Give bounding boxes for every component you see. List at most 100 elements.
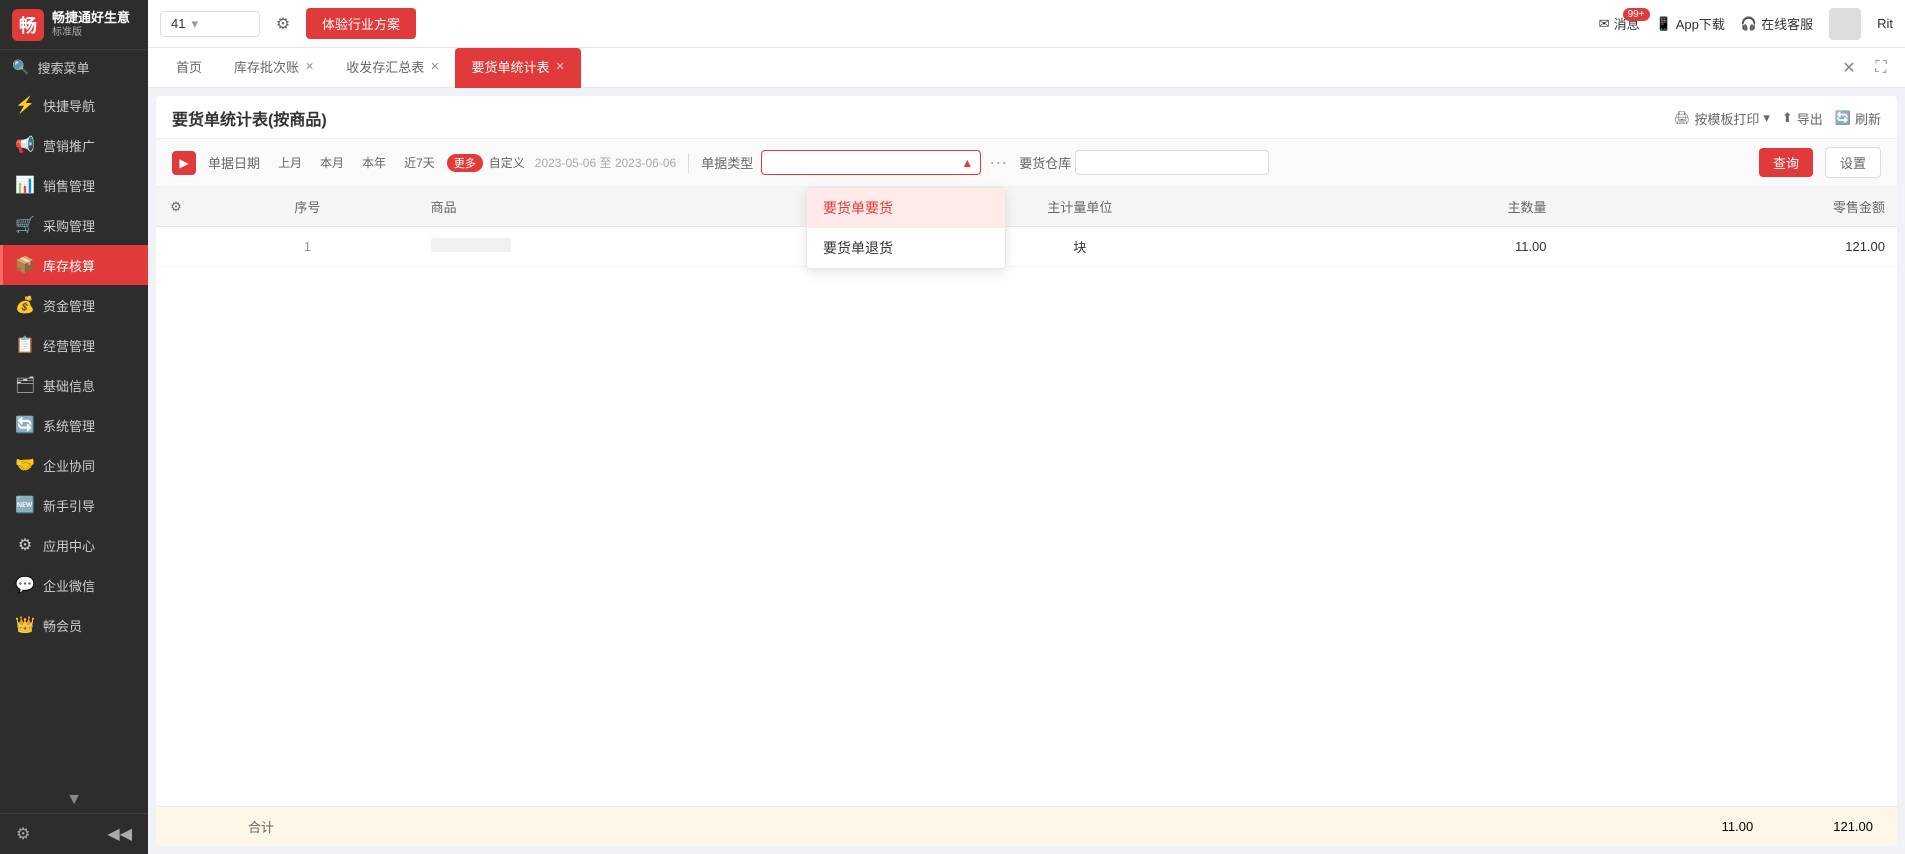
tab-home-label: 首页: [176, 57, 202, 76]
query-button[interactable]: 查询: [1759, 148, 1813, 177]
tab-inventory-batch[interactable]: 库存批次账 ✕: [218, 48, 330, 88]
page-title: 要货单统计表(按商品): [172, 106, 327, 130]
sidebar-item-label: 系统管理: [43, 416, 95, 435]
logo-icon: 畅: [12, 9, 44, 41]
sidebar-item-basic-info[interactable]: 🗂 基础信息: [0, 365, 148, 405]
sidebar-item-purchase[interactable]: 🛒 采购管理: [0, 205, 148, 245]
shortcut-last-7days[interactable]: 近7天: [398, 152, 441, 173]
sidebar-item-app-center[interactable]: ⚙ 应用中心: [0, 525, 148, 565]
dropdown-value: 41: [171, 16, 185, 31]
table-header-row: ⚙ 序号 商品 主计量单位 主数量 零售金额: [156, 187, 1897, 227]
sidebar-scroll-down[interactable]: ▼: [0, 787, 148, 813]
topbar-dropdown[interactable]: 41 ▾: [160, 11, 260, 37]
settings-icon[interactable]: ⚙: [16, 824, 30, 844]
filter-type-group: 单据类型 ▲ ···: [701, 150, 1007, 175]
sidebar-item-operations[interactable]: 📋 经营管理: [0, 325, 148, 365]
user-name: Rit: [1877, 16, 1893, 31]
tab-receive-summary-close-icon[interactable]: ✕: [430, 60, 439, 73]
refresh-button[interactable]: 🔄 刷新: [1835, 109, 1881, 128]
tab-order-stats[interactable]: 要货单统计表 ✕: [455, 48, 580, 88]
search-icon: 🔍: [12, 59, 29, 76]
export-button[interactable]: ⬆ 导出: [1782, 109, 1823, 128]
date-range-text: 2023-05-06 至 2023-06-06: [535, 154, 676, 171]
sidebar-item-label: 库存核算: [43, 256, 95, 275]
operations-icon: 📋: [15, 335, 35, 355]
finance-icon: 💰: [15, 295, 35, 315]
type-select-display[interactable]: [761, 150, 981, 175]
basic-info-icon: 🗂: [15, 375, 35, 395]
app-download-button[interactable]: 📱 App下载: [1656, 14, 1725, 33]
online-service-label: 在线客服: [1761, 14, 1813, 33]
sidebar-item-sales[interactable]: 📊 销售管理: [0, 165, 148, 205]
sidebar-item-finance[interactable]: 💰 资金管理: [0, 285, 148, 325]
topbar: 41 ▾ ⚙ 体验行业方案 ✉ 消息 99+ 📱 App下载 🎧 在线客服 Ri…: [148, 0, 1905, 48]
service-icon: 🎧: [1741, 16, 1757, 32]
topbar-left: 41 ▾ ⚙ 体验行业方案: [160, 8, 416, 39]
tab-controls: ✕ ⛶: [1837, 56, 1893, 80]
brand-name: 畅捷通好生意: [52, 10, 130, 27]
sidebar-item-enterprise[interactable]: 🤝 企业协同: [0, 445, 148, 485]
content-actions: 🖨 按模板打印 ▾ ⬆ 导出 🔄 刷新: [1674, 109, 1881, 128]
footer-total-label: 合计: [248, 817, 1722, 836]
app-download-icon: 📱: [1656, 16, 1672, 32]
user-avatar[interactable]: [1829, 8, 1861, 40]
sidebar-item-member[interactable]: 👑 畅会员: [0, 605, 148, 645]
sidebar-item-label: 销售管理: [43, 176, 95, 195]
product-name-placeholder: [431, 238, 511, 252]
export-label: 导出: [1797, 109, 1823, 128]
tab-expand-icon[interactable]: ⛶: [1869, 56, 1893, 80]
messages-button[interactable]: ✉ 消息 99+: [1599, 14, 1640, 33]
filter-row: ▶ 单据日期 上月 本月 本年 近7天 更多 自定义 2023-05-06 至 …: [156, 139, 1897, 187]
tab-home[interactable]: 首页: [160, 48, 218, 88]
sidebar-item-label: 应用中心: [43, 536, 95, 555]
shortcut-last-month[interactable]: 上月: [272, 152, 308, 173]
sidebar-search[interactable]: 🔍 搜索菜单: [0, 50, 148, 85]
sidebar-item-marketing[interactable]: 📢 营销推广: [0, 125, 148, 165]
enterprise-icon: 🤝: [15, 455, 35, 475]
purchase-icon: 🛒: [15, 215, 35, 235]
tab-order-stats-close-icon[interactable]: ✕: [556, 60, 565, 73]
app-center-icon: ⚙: [15, 535, 35, 555]
sidebar-item-quick-nav[interactable]: ⚡ 快捷导航: [0, 85, 148, 125]
footer-quantity-value: 11.00: [1722, 819, 1754, 834]
tab-order-stats-label: 要货单统计表: [471, 57, 549, 76]
sidebar-item-label: 经营管理: [43, 336, 95, 355]
filter-more-options-icon[interactable]: ···: [989, 152, 1007, 173]
warehouse-input[interactable]: [1075, 150, 1269, 175]
online-service-button[interactable]: 🎧 在线客服: [1741, 14, 1813, 33]
sales-icon: 📊: [15, 175, 35, 195]
trial-button[interactable]: 体验行业方案: [306, 8, 416, 39]
tab-receive-summary[interactable]: 收发存汇总表 ✕: [330, 48, 455, 88]
data-table: ⚙ 序号 商品 主计量单位 主数量 零售金额 1: [156, 187, 1897, 267]
sidebar-item-inventory[interactable]: 📦 库存核算: [0, 245, 148, 285]
tab-inventory-batch-close-icon[interactable]: ✕: [305, 60, 314, 73]
date-filter-label: 单据日期: [208, 153, 260, 172]
print-icon: 🖨: [1674, 110, 1691, 126]
dropdown-item-order-goods[interactable]: 要货单要货: [807, 188, 1005, 228]
col-settings[interactable]: ⚙: [156, 187, 196, 227]
quick-nav-icon: ⚡: [15, 95, 35, 115]
dropdown-item-order-return[interactable]: 要货单退货: [807, 228, 1005, 268]
tab-close-all-icon[interactable]: ✕: [1837, 56, 1861, 80]
print-button[interactable]: 🖨 按模板打印 ▾: [1674, 109, 1770, 128]
sidebar-item-label: 基础信息: [43, 376, 95, 395]
sidebar-item-label: 畅会员: [43, 616, 82, 635]
shortcut-this-year[interactable]: 本年: [356, 152, 392, 173]
shortcut-more[interactable]: 更多: [447, 154, 483, 172]
sidebar-item-system[interactable]: 🔄 系统管理: [0, 405, 148, 445]
topbar-settings-icon[interactable]: ⚙: [268, 9, 298, 39]
warehouse-select-group: 要货仓库: [1019, 150, 1269, 175]
system-icon: 🔄: [15, 415, 35, 435]
filter-expand-button[interactable]: ▶: [172, 151, 196, 175]
sidebar-item-guide[interactable]: 🆕 新手引导: [0, 485, 148, 525]
topbar-right: ✉ 消息 99+ 📱 App下载 🎧 在线客服 Rit: [1599, 8, 1893, 40]
wechat-icon: 💬: [15, 575, 35, 595]
shortcut-this-month[interactable]: 本月: [314, 152, 350, 173]
main-content: 41 ▾ ⚙ 体验行业方案 ✉ 消息 99+ 📱 App下载 🎧 在线客服 Ri…: [148, 0, 1905, 854]
collapse-icon[interactable]: ◀◀: [107, 824, 132, 844]
col-amount: 零售金额: [1559, 187, 1897, 227]
type-select-wrapper: ▲: [761, 150, 981, 175]
shortcut-custom[interactable]: 自定义: [489, 154, 525, 171]
sidebar-item-wechat[interactable]: 💬 企业微信: [0, 565, 148, 605]
settings-button[interactable]: 设置: [1825, 147, 1881, 178]
